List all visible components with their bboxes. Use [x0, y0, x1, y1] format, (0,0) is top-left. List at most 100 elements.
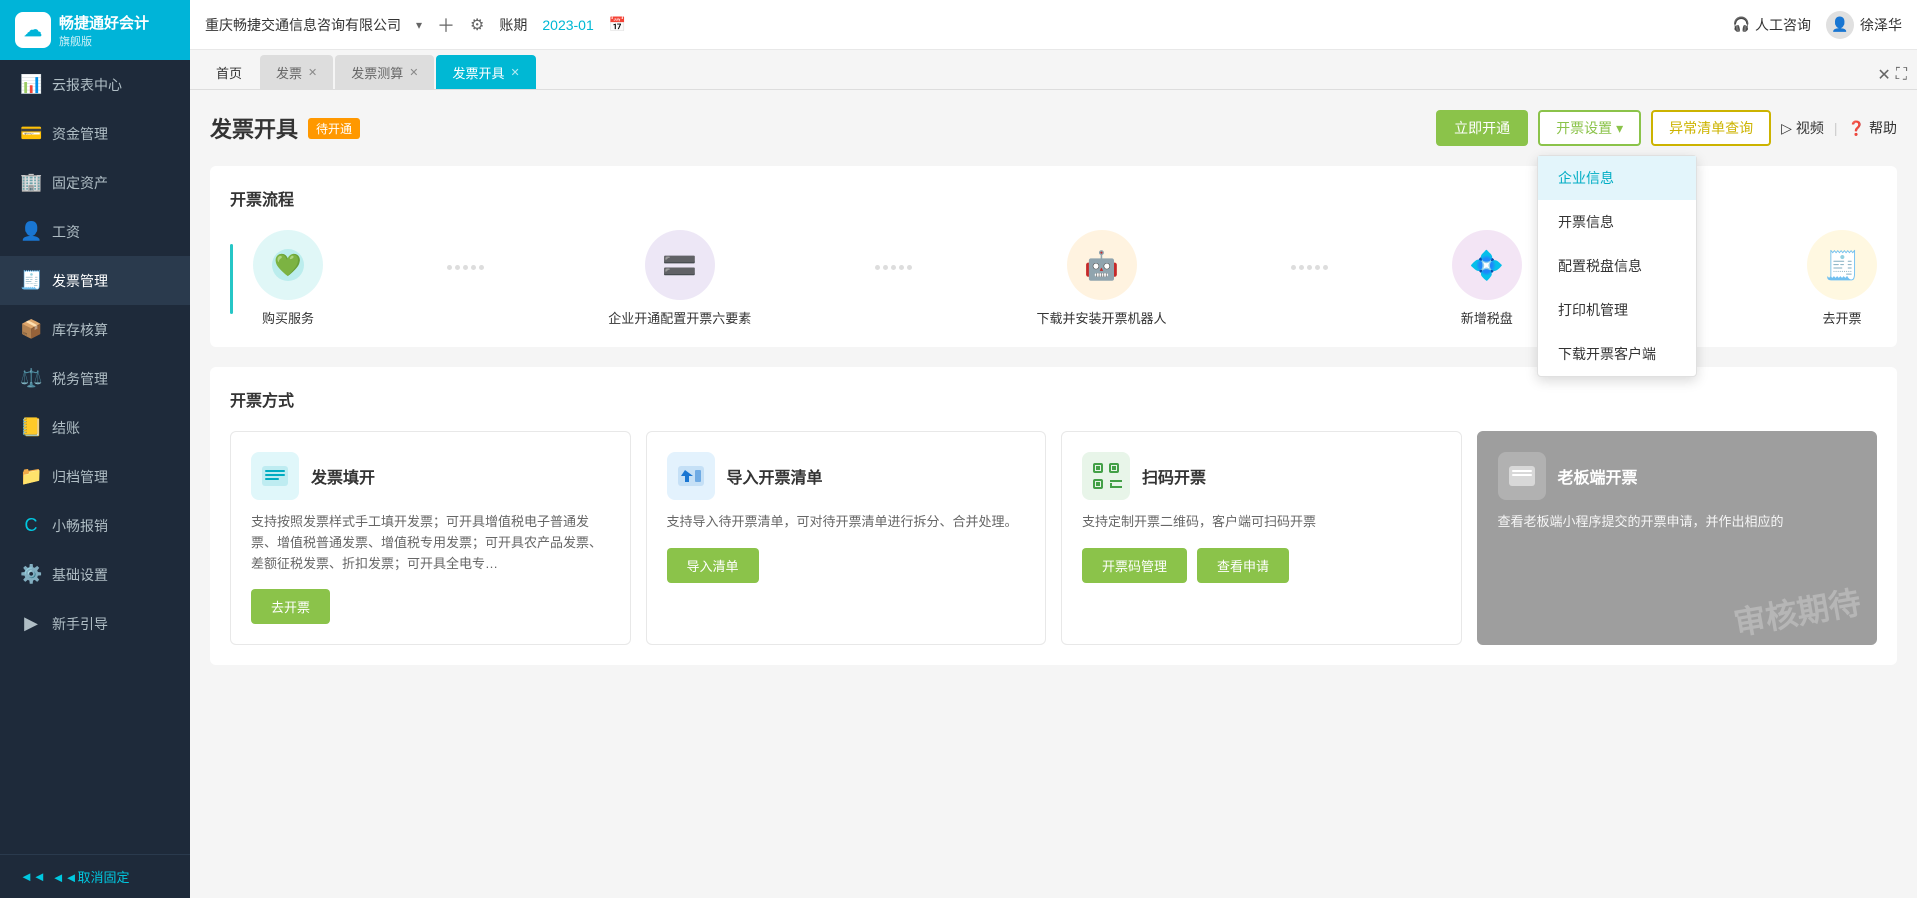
- method-fill-header: 发票填开: [251, 452, 610, 500]
- dropdown-item-printer[interactable]: 打印机管理: [1538, 288, 1696, 332]
- sidebar-item-jichu[interactable]: ⚙️ 基础设置: [0, 550, 190, 599]
- activate-btn[interactable]: 立即开通: [1436, 110, 1528, 146]
- sidebar-label-fapiao: 发票管理: [52, 271, 108, 291]
- step3-label: 下载并安装开票机器人: [1037, 308, 1167, 327]
- query-btn[interactable]: 异常清单查询: [1651, 110, 1771, 146]
- yunbao-icon: 📊: [20, 74, 42, 95]
- video-btn[interactable]: ▷ 视频: [1781, 118, 1824, 138]
- sidebar-collapse-btn[interactable]: ◄◄ ◄◄取消固定: [0, 854, 190, 898]
- tab-fapiaokaihu[interactable]: 发票开具 ✕: [436, 55, 535, 89]
- method-boss-title: 老板端开票: [1558, 464, 1638, 488]
- method-fill-icon: [251, 452, 299, 500]
- sidebar-item-kucun[interactable]: 📦 库存核算: [0, 305, 190, 354]
- separator: |: [1834, 120, 1838, 136]
- sidebar-item-fapiao[interactable]: 🧾 发票管理: [0, 256, 190, 305]
- dropdown-item-company-info[interactable]: 企业信息: [1538, 156, 1696, 200]
- sidebar-item-jiezhang[interactable]: 📒 结账: [0, 403, 190, 452]
- dropdown-item-invoice-info[interactable]: 开票信息: [1538, 200, 1696, 244]
- add-company-btn[interactable]: ＋: [437, 12, 455, 38]
- play-icon: ▷: [1781, 120, 1792, 137]
- download-label: 下载开票客户端: [1558, 346, 1656, 362]
- tab-fapiao-close[interactable]: ✕: [308, 66, 317, 79]
- step1-label: 购买服务: [262, 308, 314, 327]
- kucun-icon: 📦: [20, 319, 42, 340]
- company-info-label: 企业信息: [1558, 170, 1614, 186]
- sidebar-nav: 📊 云报表中心 💳 资金管理 🏢 固定资产 👤 工资 🧾 发票管理 📦 库存核算…: [0, 60, 190, 854]
- company-dropdown-arrow[interactable]: ▾: [416, 18, 422, 32]
- status-badge: 待开通: [308, 118, 360, 139]
- top-header: 重庆畅捷交通信息咨询有限公司 ▾ ＋ ⚙ 账期 2023-01 📅 🎧 人工咨询…: [190, 0, 1917, 50]
- sidebar-item-xiaochang[interactable]: C 小畅报销: [0, 501, 190, 550]
- method-boss-desc: 查看老板端小程序提交的开票申请，并作出相应的: [1498, 512, 1857, 533]
- help-label: 帮助: [1869, 118, 1897, 138]
- dropdown-item-download[interactable]: 下载开票客户端: [1538, 332, 1696, 376]
- methods-title: 开票方式: [230, 387, 1877, 411]
- sidebar-label-jichu: 基础设置: [52, 565, 108, 585]
- method-import-desc: 支持导入待开票清单，可对待开票清单进行拆分、合并处理。: [667, 512, 1026, 533]
- video-label: 视频: [1796, 118, 1824, 138]
- step5-label: 去开票: [1823, 308, 1862, 327]
- sidebar-item-xinshou[interactable]: ▶ 新手引导: [0, 599, 190, 648]
- page-title-bar: 发票开具 待开通 立即开通 开票设置 ▾ 异常清单查询 ▷ 视频 | ❓ 帮助 …: [210, 110, 1897, 146]
- tab-bar: 首页 发票 ✕ 发票测算 ✕ 发票开具 ✕ ✕ ⛶: [190, 50, 1917, 90]
- method-scan-title: 扫码开票: [1142, 464, 1206, 488]
- sidebar-item-gongzi[interactable]: 👤 工资: [0, 207, 190, 256]
- service-btn[interactable]: 🎧 人工咨询: [1733, 15, 1811, 35]
- sidebar-item-gudingzichan[interactable]: 🏢 固定资产: [0, 158, 190, 207]
- tab-fapiaocesuan[interactable]: 发票测算 ✕: [335, 55, 434, 89]
- sidebar-item-guidan[interactable]: 📁 归档管理: [0, 452, 190, 501]
- sidebar-logo: ☁ 畅捷通好会计 旗舰版: [0, 0, 190, 60]
- printer-label: 打印机管理: [1558, 302, 1628, 318]
- settings-icon[interactable]: ⚙: [470, 15, 484, 35]
- method-scan-btns: 开票码管理 查看申请: [1082, 548, 1441, 583]
- chevron-down-icon: ▾: [1616, 120, 1623, 137]
- tab-fapiao[interactable]: 发票 ✕: [260, 55, 333, 89]
- tab-close-all-btn[interactable]: ✕: [1877, 65, 1890, 85]
- step-connector-2: [751, 265, 1036, 292]
- tab-expand-btn[interactable]: ⛶: [1896, 66, 1907, 84]
- tab-fapiaokaihu-close[interactable]: ✕: [511, 66, 520, 79]
- tab-fapiaocesuan-close[interactable]: ✕: [409, 66, 418, 79]
- step4-icon: 💠: [1452, 230, 1522, 300]
- help-btn[interactable]: ❓ 帮助: [1848, 118, 1897, 138]
- method-fill-title: 发票填开: [311, 464, 375, 488]
- tab-home[interactable]: 首页: [200, 55, 258, 89]
- period-value: 2023-01: [542, 17, 593, 33]
- method-import-btn[interactable]: 导入清单: [667, 548, 759, 583]
- sidebar-label-zijin: 资金管理: [52, 124, 108, 144]
- user-avatar: 👤: [1826, 11, 1854, 39]
- sidebar-item-shuiwu[interactable]: ⚖️ 税务管理: [0, 354, 190, 403]
- method-scan-btn1[interactable]: 开票码管理: [1082, 548, 1187, 583]
- collapse-label: ◄◄取消固定: [52, 867, 152, 886]
- step1-icon: 💚: [253, 230, 323, 300]
- method-card-fill: 发票填开 支持按照发票样式手工填开发票；可开具增值税电子普通发票、增值税普通发票…: [230, 431, 631, 645]
- method-card-boss: 老板端开票 查看老板端小程序提交的开票申请，并作出相应的 审核期待: [1477, 431, 1878, 645]
- settings-btn[interactable]: 开票设置 ▾: [1538, 110, 1641, 146]
- method-fill-desc: 支持按照发票样式手工填开发票；可开具增值税电子普通发票、增值税普通发票、增值税专…: [251, 512, 610, 574]
- logo-name: 畅捷通好会计: [59, 12, 149, 33]
- step5-icon: 🧾: [1807, 230, 1877, 300]
- tab-home-label: 首页: [216, 63, 242, 82]
- calendar-icon[interactable]: 📅: [609, 16, 626, 33]
- method-import-header: 导入开票清单: [667, 452, 1026, 500]
- sidebar-item-yunbao[interactable]: 📊 云报表中心: [0, 60, 190, 109]
- method-fill-btn[interactable]: 去开票: [251, 589, 330, 624]
- method-scan-header: 扫码开票: [1082, 452, 1441, 500]
- tab-fapiao-label: 发票: [276, 63, 302, 82]
- dropdown-item-tax-disk[interactable]: 配置税盘信息: [1538, 244, 1696, 288]
- guidan-icon: 📁: [20, 466, 42, 487]
- step4-label: 新增税盘: [1461, 308, 1513, 327]
- xinshou-icon: ▶: [20, 613, 42, 634]
- method-scan-icon: [1082, 452, 1130, 500]
- user-info[interactable]: 👤 徐泽华: [1826, 11, 1902, 39]
- jichu-icon: ⚙️: [20, 564, 42, 585]
- zijin-icon: 💳: [20, 123, 42, 144]
- method-scan-btn2[interactable]: 查看申请: [1197, 548, 1289, 583]
- sidebar-item-zijin[interactable]: 💳 资金管理: [0, 109, 190, 158]
- process-step-3: 🤖 下载并安装开票机器人: [1037, 230, 1167, 327]
- watermark-text: 审核期待: [1730, 578, 1864, 646]
- header-right: 🎧 人工咨询 👤 徐泽华: [1733, 11, 1902, 39]
- process-step-2: 🟰 企业开通配置开票六要素: [608, 230, 751, 327]
- process-step-5: 🧾 去开票: [1807, 230, 1877, 327]
- process-step-1: 💚 购买服务: [253, 230, 323, 327]
